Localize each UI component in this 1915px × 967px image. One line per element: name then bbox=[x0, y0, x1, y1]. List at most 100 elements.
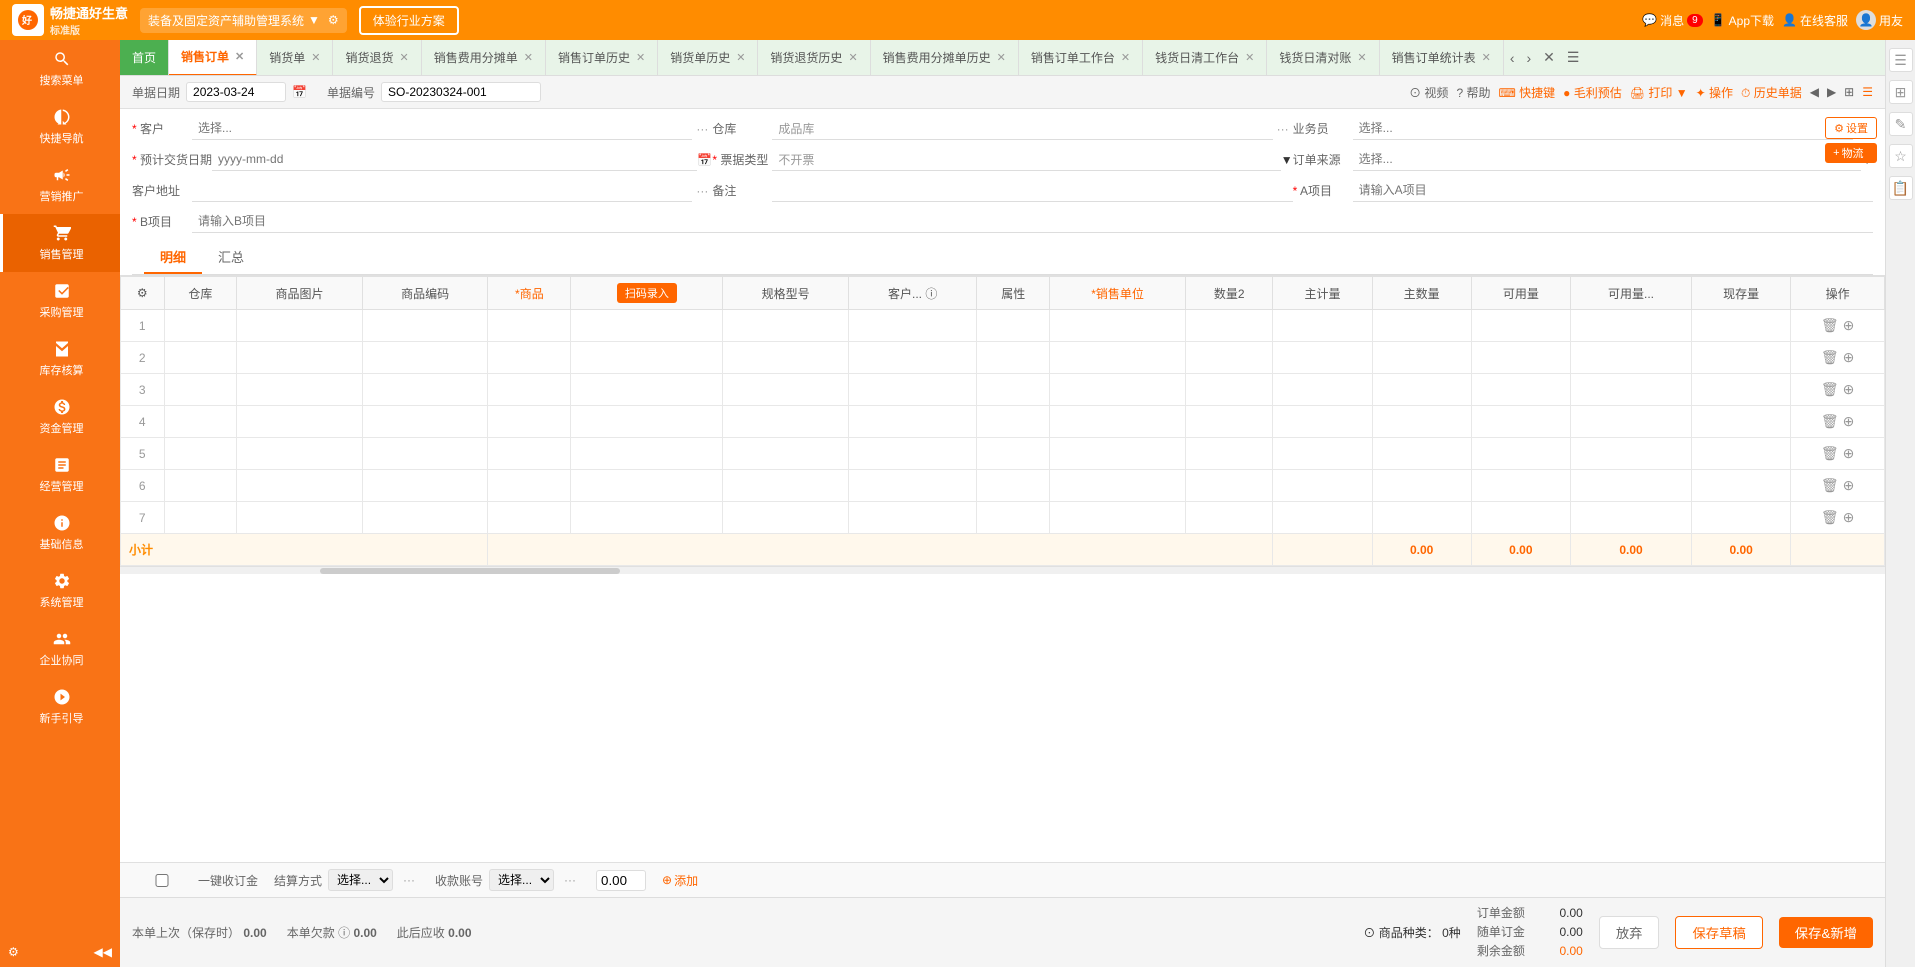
tab-sales-return[interactable]: 销货退货 ✕ bbox=[333, 40, 421, 76]
payment-dots[interactable]: ··· bbox=[399, 873, 419, 887]
tab-close-sales-return[interactable]: ✕ bbox=[400, 51, 409, 64]
calendar-icon[interactable]: 📅 bbox=[292, 85, 307, 99]
save-draft-button[interactable]: 保存草稿 bbox=[1675, 916, 1762, 949]
sidebar-item-sales[interactable]: 销售管理 bbox=[0, 214, 120, 272]
tab-reconcile[interactable]: 钱货日清对账 ✕ bbox=[1267, 40, 1379, 76]
online-service-btn[interactable]: 👤 在线客服 bbox=[1782, 12, 1848, 29]
operate-action[interactable]: ✦ 操作 bbox=[1696, 84, 1733, 101]
tab-invoice-history[interactable]: 销货单历史 ✕ bbox=[658, 40, 758, 76]
notes-input[interactable] bbox=[772, 179, 1292, 202]
tab-workbench[interactable]: 销售订单工作台 ✕ bbox=[1019, 40, 1143, 76]
tab-close-all-btn[interactable]: ✕ bbox=[1537, 49, 1561, 66]
scroll-area[interactable] bbox=[120, 566, 1885, 574]
a-project-input[interactable] bbox=[1353, 179, 1873, 202]
customer-dots[interactable]: ··· bbox=[692, 122, 712, 136]
right-panel-btn-1[interactable]: ☰ bbox=[1889, 48, 1913, 72]
tab-close-return-history[interactable]: ✕ bbox=[848, 51, 857, 64]
customer-input[interactable] bbox=[192, 117, 692, 140]
detail-tab-detail[interactable]: 明细 bbox=[144, 241, 202, 274]
tab-sales-expense[interactable]: 销售费用分摊单 ✕ bbox=[422, 40, 546, 76]
row-copy-btn[interactable]: ⊕ bbox=[1843, 477, 1855, 494]
auto-collect-checkbox[interactable] bbox=[132, 874, 192, 887]
tab-close-stats[interactable]: ✕ bbox=[1482, 51, 1491, 64]
tab-expense-history[interactable]: 销售费用分摊单历史 ✕ bbox=[871, 40, 1019, 76]
add-payment-btn[interactable]: ⊕ 添加 bbox=[662, 872, 698, 889]
salesperson-input[interactable] bbox=[1353, 117, 1853, 140]
date-input[interactable] bbox=[186, 82, 286, 102]
address-input[interactable] bbox=[192, 179, 692, 202]
help-action[interactable]: ? 帮助 bbox=[1456, 84, 1490, 101]
row-delete-btn[interactable]: 🗑 bbox=[1821, 317, 1839, 334]
sidebar-item-marketing[interactable]: 营销推广 bbox=[0, 156, 120, 214]
sidebar-item-system[interactable]: 系统管理 bbox=[0, 562, 120, 620]
shortcut-action[interactable]: ⌨ 快捷键 bbox=[1498, 84, 1555, 101]
bank-account-select[interactable]: 选择... bbox=[489, 869, 554, 891]
add-item-button[interactable]: + 物流 bbox=[1825, 143, 1877, 163]
scroll-thumb[interactable] bbox=[320, 568, 620, 574]
tab-prev-btn[interactable]: ‹ bbox=[1504, 50, 1521, 66]
order-source-input[interactable] bbox=[1353, 148, 1861, 171]
bank-dots[interactable]: ··· bbox=[560, 873, 580, 887]
warehouse-dots[interactable]: ··· bbox=[1273, 122, 1293, 136]
app-download-btn[interactable]: 📱 App下载 bbox=[1711, 12, 1774, 29]
row-delete-btn[interactable]: 🗑 bbox=[1821, 445, 1839, 462]
sidebar-item-guide[interactable]: 新手引导 bbox=[0, 678, 120, 736]
warehouse-input[interactable] bbox=[772, 117, 1272, 140]
tab-close-sales-order-history[interactable]: ✕ bbox=[636, 51, 645, 64]
history-action[interactable]: ⏱ 历史单据 bbox=[1741, 84, 1802, 101]
row-copy-btn[interactable]: ⊕ bbox=[1843, 381, 1855, 398]
row-copy-btn[interactable]: ⊕ bbox=[1843, 317, 1855, 334]
tab-sales-order-history[interactable]: 销售订单历史 ✕ bbox=[546, 40, 658, 76]
right-panel-btn-3[interactable]: ✎ bbox=[1889, 112, 1913, 136]
scan-btn[interactable]: 扫码录入 bbox=[617, 283, 677, 303]
tab-menu-btn[interactable]: ☰ bbox=[1561, 49, 1586, 66]
list-view-btn[interactable]: ☰ bbox=[1862, 85, 1873, 99]
discard-button[interactable]: 放弃 bbox=[1599, 916, 1660, 949]
nav-next-btn[interactable]: ▶ bbox=[1827, 85, 1836, 99]
tab-home[interactable]: 首页 bbox=[120, 40, 169, 76]
row-copy-btn[interactable]: ⊕ bbox=[1843, 349, 1855, 366]
print-action[interactable]: 🖨 打印 ▼ bbox=[1630, 84, 1688, 101]
row-copy-btn[interactable]: ⊕ bbox=[1843, 509, 1855, 526]
row-delete-btn[interactable]: 🗑 bbox=[1821, 349, 1839, 366]
right-panel-btn-4[interactable]: ☆ bbox=[1889, 144, 1913, 168]
sidebar-item-basic[interactable]: 基础信息 bbox=[0, 504, 120, 562]
tab-close-daily-workbench[interactable]: ✕ bbox=[1245, 51, 1254, 64]
row-copy-btn[interactable]: ⊕ bbox=[1843, 445, 1855, 462]
tab-stats[interactable]: 销售订单统计表 ✕ bbox=[1380, 40, 1504, 76]
payment-method-select[interactable]: 选择... bbox=[328, 869, 393, 891]
grid-view-btn[interactable]: ⊞ bbox=[1844, 85, 1854, 99]
row-delete-btn[interactable]: 🗑 bbox=[1821, 381, 1839, 398]
right-panel-btn-2[interactable]: ⊞ bbox=[1889, 80, 1913, 104]
delivery-date-input[interactable] bbox=[212, 148, 697, 171]
order-no-input[interactable] bbox=[381, 82, 541, 102]
delivery-calendar-icon[interactable]: 📅 bbox=[697, 153, 712, 167]
sidebar-settings-icon[interactable]: ⚙ bbox=[8, 945, 19, 959]
save-new-button[interactable]: 保存&新增 bbox=[1779, 917, 1873, 948]
right-panel-btn-5[interactable]: 📋 bbox=[1889, 176, 1913, 200]
nav-prev-btn[interactable]: ◀ bbox=[1810, 85, 1819, 99]
tab-close-sales-order[interactable]: ✕ bbox=[235, 50, 244, 63]
profit-action[interactable]: ● 毛利预估 bbox=[1563, 84, 1622, 101]
view-action[interactable]: ⊙ 视频 bbox=[1409, 84, 1448, 101]
tab-close-expense-history[interactable]: ✕ bbox=[997, 51, 1006, 64]
row-delete-btn[interactable]: 🗑 bbox=[1821, 509, 1839, 526]
tab-next-btn[interactable]: › bbox=[1521, 50, 1538, 66]
messages-btn[interactable]: 💬 消息 9 bbox=[1642, 12, 1703, 29]
tab-daily-workbench[interactable]: 钱货日清工作台 ✕ bbox=[1143, 40, 1267, 76]
user-btn[interactable]: 👤 用友 bbox=[1856, 10, 1903, 30]
settings-button[interactable]: ⚙ 设置 bbox=[1825, 117, 1877, 139]
row-copy-btn[interactable]: ⊕ bbox=[1843, 413, 1855, 430]
system-selector[interactable]: 装备及固定资产辅助管理系统 ▼ ⚙ bbox=[140, 8, 347, 33]
tab-close-invoice-history[interactable]: ✕ bbox=[736, 51, 745, 64]
invoice-dropdown-icon[interactable]: ▼ bbox=[1281, 153, 1293, 167]
tab-close-sales-expense[interactable]: ✕ bbox=[524, 51, 533, 64]
sidebar-item-quicknav[interactable]: 快捷导航 bbox=[0, 98, 120, 156]
tab-close-workbench[interactable]: ✕ bbox=[1121, 51, 1130, 64]
sidebar-item-search[interactable]: 搜索菜单 bbox=[0, 40, 120, 98]
sidebar-item-purchase[interactable]: 采购管理 bbox=[0, 272, 120, 330]
row-delete-btn[interactable]: 🗑 bbox=[1821, 413, 1839, 430]
sidebar-item-enterprise[interactable]: 企业协同 bbox=[0, 620, 120, 678]
detail-tab-summary[interactable]: 汇总 bbox=[202, 241, 260, 274]
address-dots[interactable]: ··· bbox=[692, 184, 712, 198]
